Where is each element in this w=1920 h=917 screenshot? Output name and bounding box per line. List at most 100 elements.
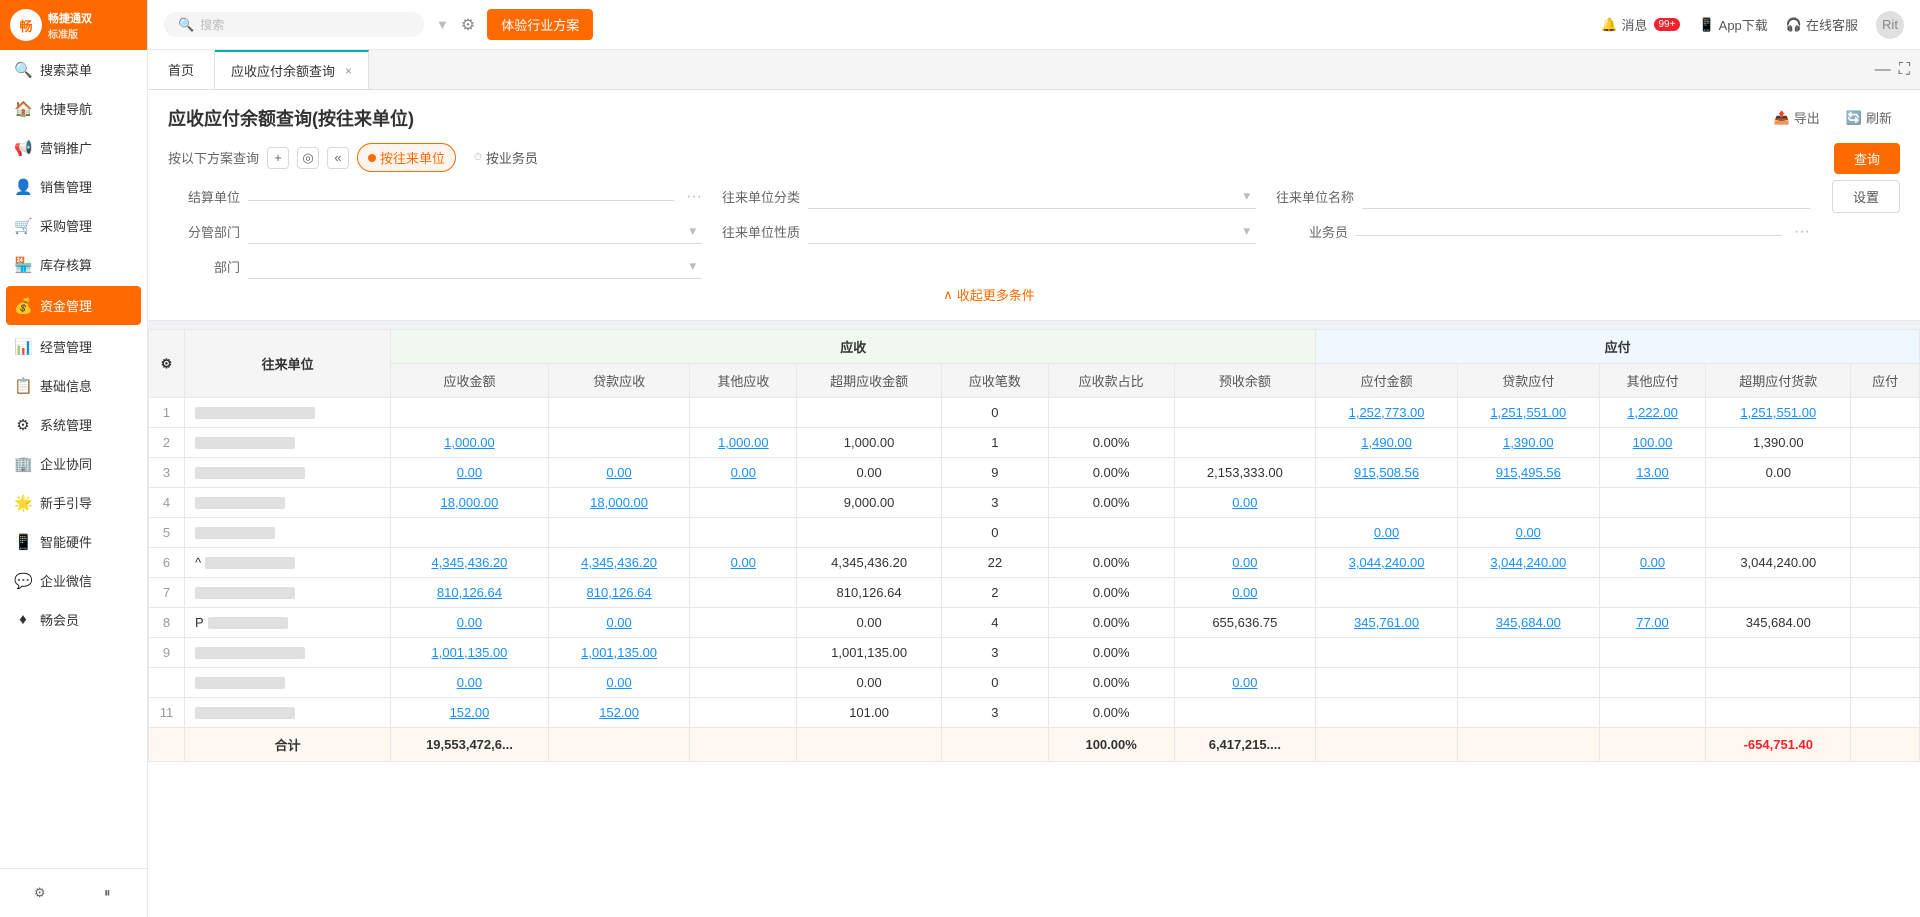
scheme-option-partner[interactable]: 按往来单位 — [357, 143, 456, 172]
pay-other[interactable]: 0.00 — [1599, 548, 1706, 578]
rcv-loan[interactable]: 810,126.64 — [548, 578, 690, 608]
sidebar-item-system[interactable]: ⚙ 系统管理 — [0, 405, 147, 444]
sidebar-item-enterprise[interactable]: 🏢 企业协同 — [0, 444, 147, 483]
pay-amount[interactable]: 3,044,240.00 — [1316, 548, 1458, 578]
rcv-amount[interactable]: 0.00 — [391, 668, 549, 698]
pay-amount[interactable]: 0.00 — [1316, 518, 1458, 548]
pay-loan[interactable]: 0.00 — [1457, 518, 1599, 548]
rcv-loan[interactable]: 0.00 — [548, 608, 690, 638]
rcv-prepay[interactable]: 0.00 — [1174, 488, 1316, 518]
rcv-other[interactable]: 1,000.00 — [690, 428, 797, 458]
sidebar-item-quick-nav[interactable]: 🏠 快捷导航 — [0, 89, 147, 128]
pay-other — [1599, 578, 1706, 608]
global-search-bar[interactable]: 🔍 搜索 — [164, 12, 424, 37]
rcv-prepay[interactable]: 0.00 — [1174, 578, 1316, 608]
salesman-dots-icon[interactable]: ··· — [1794, 223, 1810, 241]
export-button[interactable]: 📤 导出 — [1766, 104, 1828, 131]
partner-category-select[interactable]: ▾ — [808, 184, 1256, 209]
scheme-add-btn[interactable]: + — [267, 147, 289, 169]
rcv-loan[interactable]: 1,001,135.00 — [548, 638, 690, 668]
pay-other[interactable]: 13.00 — [1599, 458, 1706, 488]
tab-minimize-icon[interactable]: — — [1875, 61, 1891, 79]
rcv-loan[interactable]: 0.00 — [548, 668, 690, 698]
pay-amount[interactable]: 1,252,773.00 — [1316, 398, 1458, 428]
pay-other[interactable]: 77.00 — [1599, 608, 1706, 638]
settlement-unit-input[interactable] — [248, 192, 674, 201]
partner-name-input[interactable] — [1362, 185, 1810, 209]
rcv-amount[interactable]: 0.00 — [391, 458, 549, 488]
table-col-settings-icon[interactable]: ⚙ — [161, 356, 173, 371]
rcv-prepay[interactable]: 0.00 — [1174, 668, 1316, 698]
pay-overdue[interactable]: 1,251,551.00 — [1706, 398, 1851, 428]
pay-loan[interactable]: 1,390.00 — [1457, 428, 1599, 458]
table-settings-col[interactable]: ⚙ — [149, 330, 185, 398]
notifications-btn[interactable]: 🔔 消息 99+ — [1601, 15, 1680, 34]
row-num: 5 — [149, 518, 185, 548]
sidebar-item-search-menu[interactable]: 🔍 搜索菜单 — [0, 50, 147, 89]
pay-amount[interactable]: 1,490.00 — [1316, 428, 1458, 458]
tab-fullscreen-icon[interactable]: ⛶ — [1899, 61, 1910, 79]
sidebar-collapse-btn[interactable]: ⏸ — [78, 879, 138, 907]
rcv-loan[interactable]: 4,345,436.20 — [548, 548, 690, 578]
app-download-btn[interactable]: 📱 App下载 — [1698, 15, 1767, 34]
online-service-btn[interactable]: 🎧 在线客服 — [1786, 15, 1858, 34]
query-button[interactable]: 查询 — [1834, 143, 1900, 174]
setting-button[interactable]: 设置 — [1832, 180, 1900, 213]
collapse-more-btn[interactable]: ∧ 收起更多条件 — [168, 279, 1810, 310]
refresh-button[interactable]: 🔄 刷新 — [1838, 104, 1900, 131]
pay-amount[interactable]: 345,761.00 — [1316, 608, 1458, 638]
dept-select[interactable]: ▾ — [248, 254, 702, 279]
rcv-amount[interactable]: 18,000.00 — [391, 488, 549, 518]
scheme-settings-btn[interactable]: ◎ — [297, 147, 319, 169]
sidebar-item-inventory[interactable]: 🏪 库存核算 — [0, 245, 147, 284]
top-header: 🔍 搜索 ▼ ⚙ 体验行业方案 🔔 消息 99+ 📱 App下载 🎧 在线客服 … — [148, 0, 1920, 50]
salesman-input[interactable] — [1356, 227, 1782, 236]
pay-loan[interactable]: 3,044,240.00 — [1457, 548, 1599, 578]
header-dropdown-icon[interactable]: ▼ — [436, 17, 449, 32]
filter-row-settlement: 结算单位 ··· — [168, 184, 702, 209]
rcv-other[interactable]: 0.00 — [690, 458, 797, 488]
header-settings-icon[interactable]: ⚙ — [461, 15, 475, 35]
rcv-loan[interactable]: 0.00 — [548, 458, 690, 488]
sidebar-item-guide[interactable]: 🌟 新手引导 — [0, 483, 147, 522]
rcv-loan — [548, 398, 690, 428]
tab-home[interactable]: 首页 — [148, 50, 215, 89]
rcv-amount[interactable]: 0.00 — [391, 608, 549, 638]
sidebar-item-marketing[interactable]: 📢 营销推广 — [0, 128, 147, 167]
pay-loan[interactable]: 1,251,551.00 — [1457, 398, 1599, 428]
pay-amount[interactable]: 915,508.56 — [1316, 458, 1458, 488]
rcv-loan[interactable]: 18,000.00 — [548, 488, 690, 518]
industry-plan-button[interactable]: 体验行业方案 — [487, 9, 593, 40]
rcv-amount[interactable]: 4,345,436.20 — [391, 548, 549, 578]
rcv-other[interactable]: 0.00 — [690, 548, 797, 578]
pay-overdue: 345,684.00 — [1706, 608, 1851, 638]
avatar[interactable]: Rit — [1876, 11, 1904, 39]
sidebar-item-finance[interactable]: 💰 资金管理 — [6, 286, 141, 325]
dept-manager-select[interactable]: ▾ — [248, 219, 702, 244]
sidebar-item-operations[interactable]: 📊 经营管理 — [0, 327, 147, 366]
sidebar-item-wechat[interactable]: 💬 企业微信 — [0, 561, 147, 600]
rcv-amount[interactable]: 152.00 — [391, 698, 549, 728]
rcv-prepay[interactable]: 0.00 — [1174, 548, 1316, 578]
scheme-option-salesman[interactable]: ⏱ 按业务员 — [464, 144, 548, 171]
pay-other[interactable]: 100.00 — [1599, 428, 1706, 458]
pay-loan[interactable]: 345,684.00 — [1457, 608, 1599, 638]
tab-receivable-query[interactable]: 应收应付余额查询 × — [215, 50, 369, 89]
rcv-amount[interactable]: 810,126.64 — [391, 578, 549, 608]
sidebar-item-sales[interactable]: 👤 销售管理 — [0, 167, 147, 206]
sidebar-settings-btn[interactable]: ⚙ — [10, 879, 70, 907]
sidebar-item-basic-info[interactable]: 📋 基础信息 — [0, 366, 147, 405]
pay-other[interactable]: 1,222.00 — [1599, 398, 1706, 428]
sidebar-item-smart-hw[interactable]: 📱 智能硬件 — [0, 522, 147, 561]
tab-close-icon[interactable]: × — [345, 64, 352, 78]
settlement-dots-icon[interactable]: ··· — [686, 188, 702, 206]
scheme-collapse-btn[interactable]: « — [327, 147, 349, 169]
rcv-loan[interactable]: 152.00 — [548, 698, 690, 728]
partner-nature-select[interactable]: ▾ — [808, 219, 1256, 244]
sidebar-item-member[interactable]: ♦ 畅会员 — [0, 600, 147, 639]
pay-loan[interactable]: 915,495.56 — [1457, 458, 1599, 488]
rcv-amount[interactable]: 1,001,135.00 — [391, 638, 549, 668]
rcv-amount[interactable]: 1,000.00 — [391, 428, 549, 458]
summary-rcv-amount: 19,553,472,6... — [391, 728, 549, 762]
sidebar-item-purchase[interactable]: 🛒 采购管理 — [0, 206, 147, 245]
